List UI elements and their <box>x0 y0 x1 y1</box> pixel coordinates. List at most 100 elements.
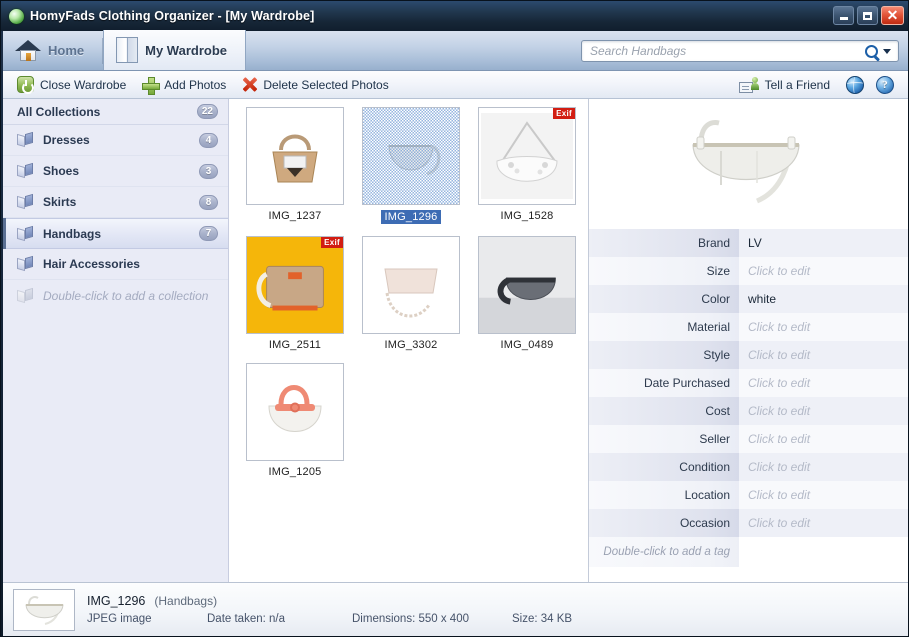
properties-filler <box>589 567 908 582</box>
property-label: Color <box>589 285 739 313</box>
property-label: Size <box>589 257 739 285</box>
minimize-button[interactable] <box>833 6 854 25</box>
status-handbag-graphic <box>25 595 64 625</box>
photo-grid-pane[interactable]: IMG_1237 IMG_1296 Exif IMG_1528 Exif IMG… <box>229 99 589 582</box>
property-value[interactable]: Click to edit <box>739 397 908 425</box>
property-label: Condition <box>589 453 739 481</box>
handbag-graphic <box>479 237 575 333</box>
preview-handbag-graphic <box>692 120 800 204</box>
thumbnail-image[interactable]: Exif <box>246 236 344 334</box>
web-button[interactable] <box>840 74 870 96</box>
property-row[interactable]: Style Click to edit <box>589 341 908 369</box>
exif-badge: Exif <box>553 108 575 119</box>
app-logo-icon <box>9 8 24 24</box>
thumbnail-item[interactable]: Exif IMG_1528 <box>469 107 585 224</box>
add-photos-button[interactable]: Add Photos <box>136 75 236 95</box>
sidebar-item-handbags[interactable]: Handbags 7 <box>3 218 228 249</box>
property-row[interactable]: Occasion Click to edit <box>589 509 908 537</box>
add-tag-value[interactable] <box>739 537 908 567</box>
property-label: Location <box>589 481 739 509</box>
status-file-name: IMG_1296 <box>87 594 146 608</box>
tab-my-wardrobe-label: My Wardrobe <box>145 42 227 58</box>
property-value[interactable]: Click to edit <box>739 313 908 341</box>
property-value[interactable]: Click to edit <box>739 425 908 453</box>
add-collection-hint[interactable]: Double-click to add a collection <box>3 280 228 311</box>
maximize-button[interactable] <box>857 6 878 25</box>
add-photos-label: Add Photos <box>164 77 227 92</box>
all-collections-header[interactable]: All Collections 22 <box>3 99 228 125</box>
property-value[interactable]: Click to edit <box>739 453 908 481</box>
chevron-down-icon[interactable] <box>883 48 891 54</box>
collection-icon <box>17 255 34 272</box>
sidebar-item-dresses[interactable]: Dresses 4 <box>3 125 228 156</box>
add-tag-row[interactable]: Double-click to add a tag <box>589 537 908 567</box>
sidebar-item-label: Hair Accessories <box>43 257 140 271</box>
delete-selected-label: Delete Selected Photos <box>263 77 389 92</box>
property-row[interactable]: Brand LV <box>589 229 908 257</box>
property-label: Date Purchased <box>589 369 739 397</box>
thumbnail-caption: IMG_3302 <box>384 339 438 351</box>
thumbnail-item[interactable]: IMG_1296 <box>353 107 469 224</box>
thumbnail-image[interactable]: Exif <box>478 107 576 205</box>
thumbnail-image[interactable] <box>362 107 460 205</box>
property-row[interactable]: Color white <box>589 285 908 313</box>
thumbnail-caption: IMG_0489 <box>500 339 554 351</box>
close-wardrobe-button[interactable]: Close Wardrobe <box>11 74 136 95</box>
property-row[interactable]: Size Click to edit <box>589 257 908 285</box>
status-bar: IMG_1296 (Handbags) JPEG image Date take… <box>3 582 908 636</box>
sidebar-item-skirts[interactable]: Skirts 8 <box>3 187 228 218</box>
property-row[interactable]: Condition Click to edit <box>589 453 908 481</box>
property-label: Seller <box>589 425 739 453</box>
thumbnail-image[interactable] <box>246 107 344 205</box>
tab-my-wardrobe[interactable]: My Wardrobe <box>103 30 246 70</box>
property-value[interactable]: white <box>739 285 908 313</box>
help-button[interactable]: ? <box>870 74 900 96</box>
property-label: Cost <box>589 397 739 425</box>
add-tag-label: Double-click to add a tag <box>589 537 739 567</box>
thumbnail-item[interactable]: Exif IMG_2511 <box>237 236 353 351</box>
thumbnail-item[interactable]: IMG_1205 <box>237 363 353 478</box>
thumbnail-image[interactable] <box>246 363 344 461</box>
globe-icon <box>846 75 864 94</box>
handbag-graphic <box>247 237 343 333</box>
property-value[interactable]: LV <box>739 229 908 257</box>
status-collection: (Handbags) <box>154 594 218 608</box>
property-value[interactable]: Click to edit <box>739 257 908 285</box>
property-value[interactable]: Click to edit <box>739 369 908 397</box>
all-collections-count: 22 <box>196 104 218 119</box>
application-window: HomyFads Clothing Organizer - [My Wardro… <box>0 0 909 637</box>
property-row[interactable]: Material Click to edit <box>589 313 908 341</box>
tab-home[interactable]: Home <box>3 30 102 70</box>
search-input[interactable] <box>582 44 865 58</box>
sidebar-item-count: 3 <box>199 163 218 179</box>
property-row[interactable]: Date Purchased Click to edit <box>589 369 908 397</box>
preview-image <box>589 99 908 229</box>
thumbnail-image[interactable] <box>478 236 576 334</box>
handbag-graphic <box>268 385 322 432</box>
window-title: HomyFads Clothing Organizer - [My Wardro… <box>30 9 315 23</box>
property-label: Brand <box>589 229 739 257</box>
property-row[interactable]: Seller Click to edit <box>589 425 908 453</box>
main-content: All Collections 22 Dresses 4 Shoes 3 Ski… <box>3 99 908 582</box>
sidebar-item-count: 7 <box>199 226 218 241</box>
sidebar-item-hair-accessories[interactable]: Hair Accessories <box>3 249 228 280</box>
property-value[interactable]: Click to edit <box>739 509 908 537</box>
property-row[interactable]: Cost Click to edit <box>589 397 908 425</box>
tell-a-friend-button[interactable]: Tell a Friend <box>733 75 840 95</box>
thumbnail-item[interactable]: IMG_0489 <box>469 236 585 351</box>
sidebar-item-shoes[interactable]: Shoes 3 <box>3 156 228 187</box>
delete-selected-photos-button[interactable]: Delete Selected Photos <box>236 75 398 94</box>
property-value[interactable]: Click to edit <box>739 481 908 509</box>
sidebar-item-label: Handbags <box>43 226 102 241</box>
search-box[interactable] <box>581 40 899 62</box>
property-row[interactable]: Location Click to edit <box>589 481 908 509</box>
close-button[interactable]: ✕ <box>881 6 904 25</box>
thumbnail-item[interactable]: IMG_1237 <box>237 107 353 224</box>
status-thumbnail <box>13 588 75 631</box>
sidebar-item-label: Skirts <box>43 195 77 209</box>
property-value[interactable]: Click to edit <box>739 341 908 369</box>
thumbnail-item[interactable]: IMG_3302 <box>353 236 469 351</box>
thumbnail-image[interactable] <box>362 236 460 334</box>
property-label: Occasion <box>589 509 739 537</box>
search-icon[interactable] <box>865 44 878 58</box>
